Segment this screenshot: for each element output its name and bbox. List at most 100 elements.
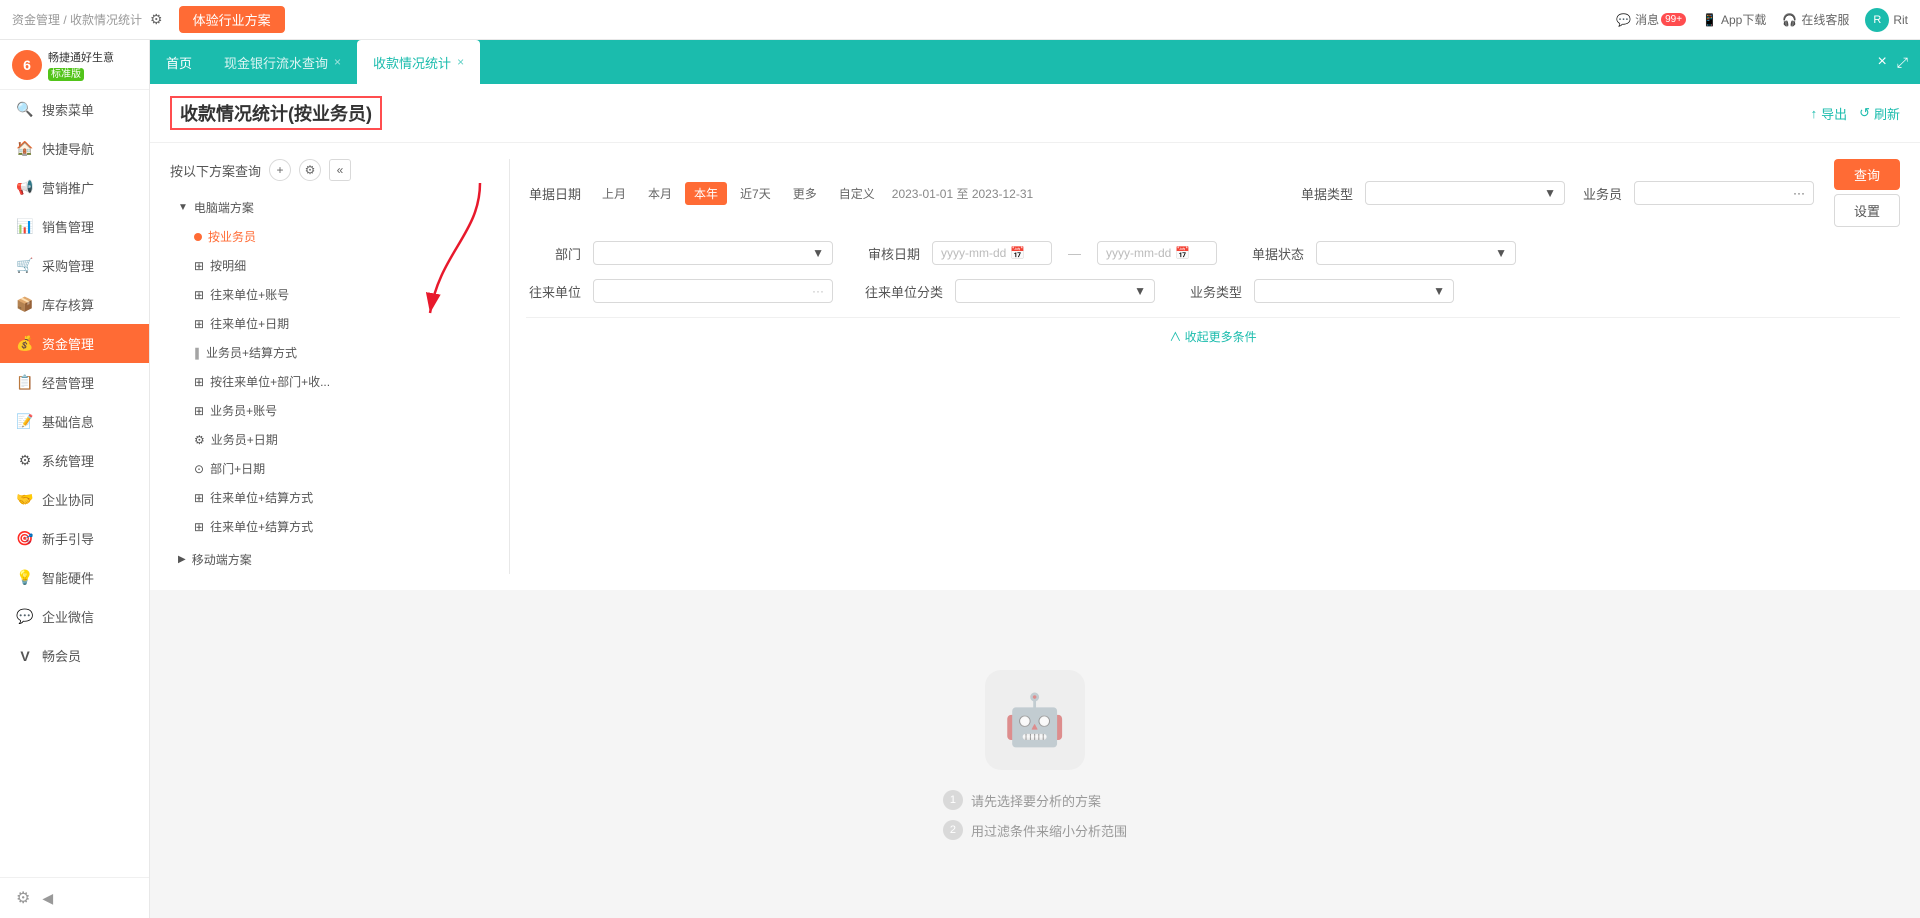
sidebar-item-marketing[interactable]: 📢 营销推广: [0, 168, 149, 207]
tree-group-mobile[interactable]: ▶ 移动端方案: [170, 545, 493, 574]
empty-step-2: 2 用过滤条件来缩小分析范围: [943, 820, 1127, 840]
online-service-area[interactable]: 🎧 在线客服: [1782, 11, 1849, 28]
business-type-select[interactable]: ▼: [1254, 279, 1454, 303]
sidebar-collapse-icon[interactable]: ◀: [42, 890, 53, 907]
counterparty-category-dropdown-icon: ▼: [1134, 284, 1146, 298]
tree-item-partner-settlement1[interactable]: ⊞ 往来单位+结算方式: [186, 483, 493, 512]
tree-item-partner-dept[interactable]: ⊞ 按往来单位+部门+收...: [186, 367, 493, 396]
sidebar-item-purchase[interactable]: 🛒 采购管理: [0, 246, 149, 285]
dept-date-icon: ⊙: [194, 462, 204, 476]
panel-settings-btn[interactable]: ⚙: [299, 159, 321, 181]
sidebar-label-basic-info: 基础信息: [42, 412, 94, 431]
tab-collection-stats[interactable]: 收款情况统计 ×: [357, 40, 480, 84]
sidebar-item-basic-info[interactable]: 📝 基础信息: [0, 402, 149, 441]
edition-badge: 标准版: [48, 68, 84, 81]
date-btn-last-month[interactable]: 上月: [593, 182, 635, 205]
page-content: 收款情况统计(按业务员) ↑ 导出 ↺ 刷新: [150, 84, 1920, 918]
counterparty-select[interactable]: ···: [593, 279, 833, 303]
sidebar-item-enterprise[interactable]: 🤝 企业协同: [0, 480, 149, 519]
sidebar-label-marketing: 营销推广: [42, 178, 94, 197]
tree-children-desktop: 按业务员 ⊞ 按明细 ⊞ 往来单位+账号: [170, 222, 493, 541]
sidebar-settings-icon[interactable]: ⚙: [16, 888, 30, 908]
sidebar-label-enterprise: 企业协同: [42, 490, 94, 509]
sidebar-item-quicknav[interactable]: 🏠 快捷导航: [0, 129, 149, 168]
query-button[interactable]: 查询: [1834, 159, 1900, 190]
business-type-dropdown-icon: ▼: [1433, 284, 1445, 298]
panel-add-btn[interactable]: +: [269, 159, 291, 181]
tab-bank-flow-close[interactable]: ×: [334, 55, 341, 69]
settings-icon-top[interactable]: ⚙: [150, 11, 163, 28]
voucher-type-select[interactable]: ▼: [1365, 181, 1565, 205]
date-btn-this-month[interactable]: 本月: [639, 182, 681, 205]
tree-item-label-3: 往来单位+日期: [210, 315, 289, 332]
step-2-label: 用过滤条件来缩小分析范围: [971, 821, 1127, 840]
tree-item-partner-account[interactable]: ⊞ 往来单位+账号: [186, 280, 493, 309]
trial-btn[interactable]: 体验行业方案: [179, 6, 285, 33]
tree-item-dept-date[interactable]: ⊙ 部门+日期: [186, 454, 493, 483]
panel-collapse-btn[interactable]: «: [329, 159, 351, 181]
step-num-1: 1: [943, 790, 963, 810]
sidebar-item-operations[interactable]: 📋 经营管理: [0, 363, 149, 402]
tab-collection-stats-close[interactable]: ×: [457, 55, 464, 69]
panel-header-label: 按以下方案查询: [170, 161, 261, 180]
voucher-status-select[interactable]: ▼: [1316, 241, 1516, 265]
sidebar-item-inventory[interactable]: 📦 库存核算: [0, 285, 149, 324]
salesperson-select[interactable]: ···: [1634, 181, 1814, 205]
review-date-label: 审核日期: [865, 244, 920, 263]
tree-item-partner-settlement2[interactable]: ⊞ 往来单位+结算方式: [186, 512, 493, 541]
empty-step-1: 1 请先选择要分析的方案: [943, 790, 1127, 810]
sidebar-item-system[interactable]: ⚙ 系统管理: [0, 441, 149, 480]
date-btn-this-year[interactable]: 本年: [685, 182, 727, 205]
tree-item-label-9: 往来单位+结算方式: [210, 489, 313, 506]
tree-item-salesperson-account[interactable]: ⊞ 业务员+账号: [186, 396, 493, 425]
content-area: 首页 现金银行流水查询 × 收款情况统计 × × ⤢ 收款情况统计(按业务员): [150, 40, 1920, 918]
settings-button[interactable]: 设置: [1834, 194, 1900, 227]
tab-maximize-icon[interactable]: ⤢: [1897, 54, 1908, 71]
tree-item-detail[interactable]: ⊞ 按明细: [186, 251, 493, 280]
export-btn[interactable]: ↑ 导出: [1811, 104, 1848, 123]
review-date-start-text: yyyy-mm-dd: [941, 246, 1006, 260]
review-date-start[interactable]: yyyy-mm-dd 📅: [932, 241, 1052, 265]
tree-item-partner-date[interactable]: ⊞ 往来单位+日期: [186, 309, 493, 338]
tree-item-salesperson-payment[interactable]: ∥ 业务员+结算方式: [186, 338, 493, 367]
sidebar-item-newbie[interactable]: 🎯 新手引导: [0, 519, 149, 558]
sidebar-item-finance[interactable]: 💰 资金管理: [0, 324, 149, 363]
tab-home[interactable]: 首页: [150, 40, 208, 84]
collapse-bar[interactable]: ∧ 收起更多条件: [526, 317, 1900, 355]
message-label: 消息: [1635, 11, 1659, 28]
refresh-btn[interactable]: ↺ 刷新: [1859, 104, 1900, 123]
enterprise-icon: 🤝: [16, 491, 34, 509]
tree-item-label-2: 往来单位+账号: [210, 286, 289, 303]
voucher-status-label: 单据状态: [1249, 244, 1304, 263]
dept-dropdown-icon: ▼: [812, 246, 824, 260]
review-date-end-text: yyyy-mm-dd: [1106, 246, 1171, 260]
date-btn-custom[interactable]: 自定义: [830, 182, 884, 205]
sidebar-label-member: 畅会员: [42, 646, 81, 665]
user-area[interactable]: R Rit: [1865, 8, 1908, 32]
finance-icon: 💰: [16, 335, 34, 353]
sidebar-label-quicknav: 快捷导航: [42, 139, 94, 158]
tree-group-desktop[interactable]: ▼ 电脑端方案: [170, 193, 493, 222]
review-date-end[interactable]: yyyy-mm-dd 📅: [1097, 241, 1217, 265]
date-btn-more[interactable]: 更多: [784, 182, 826, 205]
department-select[interactable]: ▼: [593, 241, 833, 265]
sidebar-bottom: ⚙ ◀: [0, 877, 149, 918]
sidebar-item-wechat[interactable]: 💬 企业微信: [0, 597, 149, 636]
sidebar-item-member[interactable]: V 畅会员: [0, 636, 149, 675]
counterparty-category-select[interactable]: ▼: [955, 279, 1155, 303]
tab-close-all-icon[interactable]: ×: [1877, 53, 1886, 71]
step-num-2: 2: [943, 820, 963, 840]
tree-item-by-salesperson[interactable]: 按业务员: [186, 222, 493, 251]
sidebar-item-sales[interactable]: 📊 销售管理: [0, 207, 149, 246]
left-panel: 按以下方案查询 + ⚙ « ▼ 电脑端方案: [170, 159, 510, 574]
tab-bank-flow[interactable]: 现金银行流水查询 ×: [208, 40, 357, 84]
app-download-area[interactable]: 📱 App下载: [1702, 11, 1766, 28]
tree-item-label-6: 业务员+账号: [210, 402, 277, 419]
sidebar-item-search[interactable]: 🔍 搜索菜单: [0, 90, 149, 129]
sidebar-item-hardware[interactable]: 💡 智能硬件: [0, 558, 149, 597]
date-btn-7days[interactable]: 近7天: [731, 182, 780, 205]
message-area[interactable]: 💬 消息 99+: [1616, 11, 1686, 28]
inventory-icon: 📦: [16, 296, 34, 314]
download-icon: 📱: [1702, 13, 1717, 27]
tree-item-salesperson-date[interactable]: ⚙ 业务员+日期: [186, 425, 493, 454]
